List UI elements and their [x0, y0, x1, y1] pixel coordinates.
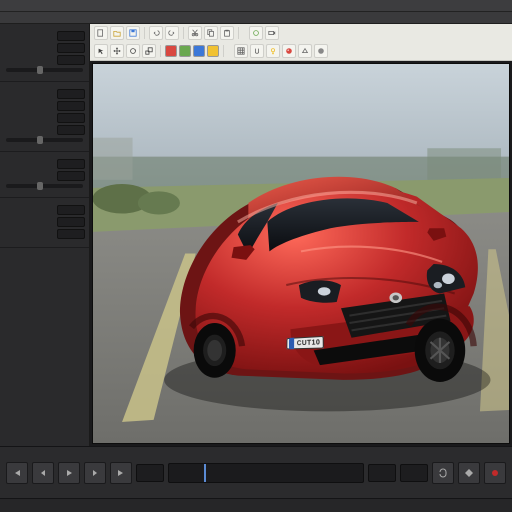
slider[interactable]: [6, 68, 83, 72]
prop-value[interactable]: [57, 125, 85, 135]
new-file-icon[interactable]: [94, 26, 108, 40]
prop-value[interactable]: [57, 229, 85, 239]
plate-text: CUT10: [297, 339, 321, 347]
save-icon[interactable]: [126, 26, 140, 40]
copy-icon[interactable]: [204, 26, 218, 40]
select-icon[interactable]: [94, 44, 108, 58]
playhead[interactable]: [204, 464, 206, 482]
separator: [238, 27, 239, 39]
titlebar: [0, 0, 512, 12]
end-frame-field[interactable]: [400, 464, 428, 482]
main-row: CUT10: [0, 24, 512, 446]
property-panel: [0, 82, 89, 152]
property-panel: [0, 24, 89, 82]
color-swatch[interactable]: [193, 45, 205, 57]
status-bar: [0, 498, 512, 512]
next-frame-icon[interactable]: [84, 462, 106, 484]
prop-value[interactable]: [57, 89, 85, 99]
rotate-icon[interactable]: [126, 44, 140, 58]
center-area: CUT10: [90, 24, 512, 446]
slider[interactable]: [6, 138, 83, 142]
color-swatch[interactable]: [207, 45, 219, 57]
prop-value[interactable]: [57, 171, 85, 181]
record-icon[interactable]: [484, 462, 506, 484]
cut-icon[interactable]: [188, 26, 202, 40]
viewport-wrapper: CUT10: [90, 61, 512, 446]
prop-value[interactable]: [57, 43, 85, 53]
wireframe-icon[interactable]: [298, 44, 312, 58]
timeline[interactable]: [168, 463, 364, 483]
prop-value[interactable]: [57, 31, 85, 41]
move-icon[interactable]: [110, 44, 124, 58]
license-plate: CUT10: [287, 336, 324, 350]
skip-end-icon[interactable]: [110, 462, 132, 484]
app-window: CUT10: [0, 0, 512, 512]
separator: [144, 27, 145, 39]
render-viewport[interactable]: CUT10: [92, 63, 510, 444]
render-icon[interactable]: [249, 26, 263, 40]
separator: [183, 27, 184, 39]
open-file-icon[interactable]: [110, 26, 124, 40]
keyframe-icon[interactable]: [458, 462, 480, 484]
current-frame-field[interactable]: [136, 464, 164, 482]
start-frame-field[interactable]: [368, 464, 396, 482]
property-panel: [0, 152, 89, 198]
material-icon[interactable]: [282, 44, 296, 58]
shaded-icon[interactable]: [314, 44, 328, 58]
slider[interactable]: [6, 184, 83, 188]
scale-icon[interactable]: [142, 44, 156, 58]
separator: [160, 45, 161, 57]
snap-icon[interactable]: [250, 44, 264, 58]
prev-frame-icon[interactable]: [32, 462, 54, 484]
color-swatch[interactable]: [179, 45, 191, 57]
property-panel: [0, 198, 89, 248]
prop-value[interactable]: [57, 55, 85, 65]
grid-icon[interactable]: [234, 44, 248, 58]
redo-icon[interactable]: [165, 26, 179, 40]
camera-icon[interactable]: [265, 26, 279, 40]
secondary-toolbar: [90, 24, 512, 61]
undo-icon[interactable]: [149, 26, 163, 40]
play-icon[interactable]: [58, 462, 80, 484]
separator: [223, 45, 224, 57]
color-swatch[interactable]: [165, 45, 177, 57]
prop-value[interactable]: [57, 113, 85, 123]
light-icon[interactable]: [266, 44, 280, 58]
menubar: [0, 12, 512, 24]
paste-icon[interactable]: [220, 26, 234, 40]
skip-start-icon[interactable]: [6, 462, 28, 484]
prop-value[interactable]: [57, 101, 85, 111]
plate-flag: [289, 338, 294, 350]
prop-value[interactable]: [57, 159, 85, 169]
bottom-bar: [0, 446, 512, 498]
loop-icon[interactable]: [432, 462, 454, 484]
left-sidebar: [0, 24, 90, 446]
prop-value[interactable]: [57, 205, 85, 215]
prop-value[interactable]: [57, 217, 85, 227]
